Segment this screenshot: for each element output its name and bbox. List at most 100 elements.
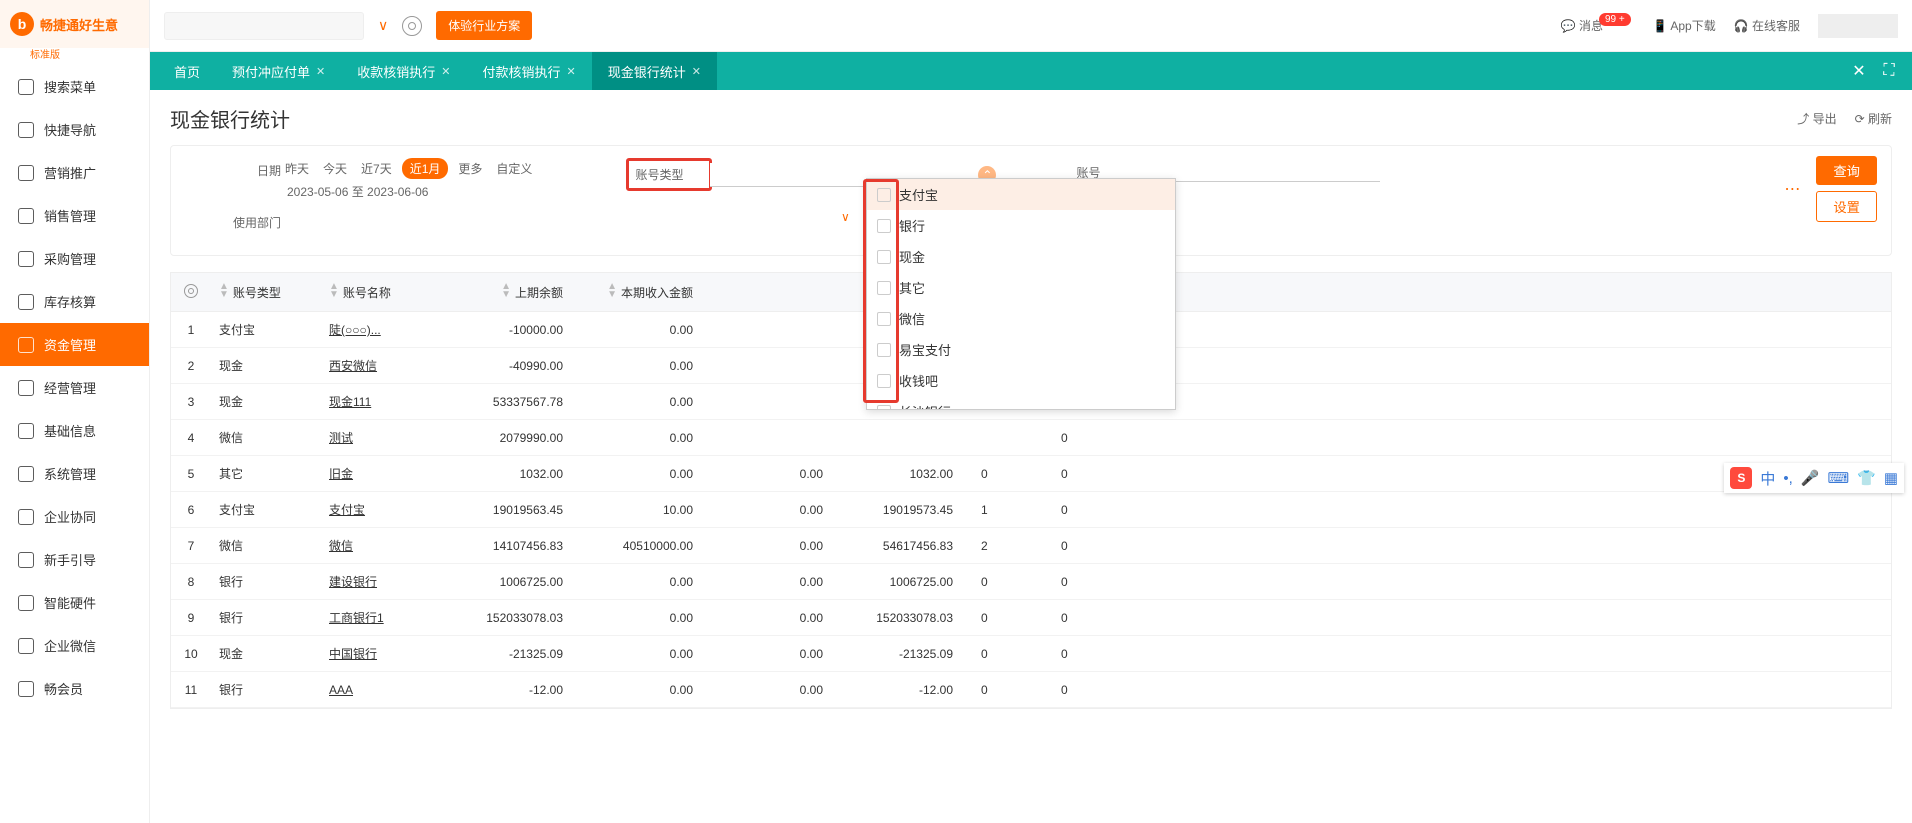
account-name-link[interactable]: 测试	[329, 431, 353, 445]
th-hidden1	[701, 273, 831, 312]
sidebar-item-label: 资金管理	[44, 335, 96, 354]
ime-toolbox-icon[interactable]: ▦	[1884, 469, 1898, 487]
account-name-link[interactable]: 建设银行	[329, 575, 377, 589]
tab-2[interactable]: 收款核销执行✕	[341, 52, 466, 90]
tab-4[interactable]: 现金银行统计✕	[592, 52, 717, 90]
th-account-name[interactable]: ▲▼账号名称	[321, 273, 441, 312]
date-date_custom[interactable]: 自定义	[492, 158, 536, 179]
dropdown-option[interactable]: 现金	[867, 241, 1175, 272]
ime-punct-icon[interactable]: •,	[1783, 470, 1792, 487]
query-button[interactable]: 查询	[1816, 156, 1877, 185]
brand-icon: b	[10, 12, 34, 36]
nav-icon	[18, 552, 34, 568]
sidebar-item-1[interactable]: 快捷导航	[0, 108, 149, 151]
date-opt[interactable]: 昨天	[281, 158, 313, 179]
ime-skin-icon[interactable]: 👕	[1857, 469, 1876, 487]
account-name-link[interactable]: 中国银行	[329, 647, 377, 661]
sidebar-item-2[interactable]: 营销推广	[0, 151, 149, 194]
ime-keyboard-icon[interactable]: ⌨	[1827, 469, 1849, 487]
nav-icon	[18, 294, 34, 310]
tab-close-icon[interactable]: ✕	[692, 65, 701, 78]
settings-button[interactable]: 设置	[1816, 191, 1877, 222]
tab-close-icon[interactable]: ✕	[441, 65, 450, 78]
sidebar-item-12[interactable]: 智能硬件	[0, 581, 149, 624]
settings-icon[interactable]	[402, 16, 422, 36]
account-name-link[interactable]: 陡(○○○)...	[329, 323, 381, 337]
checkbox[interactable]	[877, 219, 891, 233]
tab-close-icon[interactable]: ✕	[316, 65, 325, 78]
dropdown-option[interactable]: 易宝支付	[867, 334, 1175, 365]
export-button[interactable]: ⤴ 导出	[1797, 110, 1836, 127]
industry-plan-button[interactable]: 体验行业方案	[436, 11, 532, 40]
checkbox[interactable]	[877, 281, 891, 295]
th-income[interactable]: ▲▼本期收入金额	[571, 273, 701, 312]
date-opt-active[interactable]: 近1月	[402, 158, 449, 179]
account-name-link[interactable]: 现金111	[329, 395, 371, 409]
sidebar-item-0[interactable]: 搜索菜单	[0, 65, 149, 108]
tabs-fullscreen-icon[interactable]: ⛶	[1874, 62, 1904, 80]
th-account-type[interactable]: ▲▼账号类型	[211, 273, 321, 312]
sidebar-item-9[interactable]: 系统管理	[0, 452, 149, 495]
messages-link[interactable]: 💬 消息99 +	[1561, 17, 1635, 34]
checkbox[interactable]	[877, 188, 891, 202]
tabs-bar: 首页预付冲应付单✕收款核销执行✕付款核销执行✕现金银行统计✕✕⛶	[150, 52, 1912, 90]
dropdown-option[interactable]: 其它	[867, 272, 1175, 303]
dropdown-option[interactable]: 银行	[867, 210, 1175, 241]
sidebar-item-10[interactable]: 企业协同	[0, 495, 149, 538]
checkbox[interactable]	[877, 250, 891, 264]
org-dropdown-icon[interactable]: ∨	[378, 17, 388, 34]
date-options: 昨天今天近7天近1月更多自定义	[281, 158, 536, 179]
dropdown-option[interactable]: 收钱吧	[867, 365, 1175, 396]
account-name-link[interactable]: AAA	[329, 683, 353, 697]
dept-dropdown-icon[interactable]: ∨	[841, 210, 850, 233]
sidebar-item-14[interactable]: 畅会员	[0, 667, 149, 710]
app-download-link[interactable]: 📱 App下载	[1653, 17, 1716, 34]
date-opt[interactable]: 今天	[319, 158, 351, 179]
dropdown-option-label: 收钱吧	[899, 371, 938, 390]
account-name-link[interactable]: 西安微信	[329, 359, 377, 373]
date-opt[interactable]: 近7天	[357, 158, 396, 179]
checkbox[interactable]	[877, 312, 891, 326]
account-name-link[interactable]: 工商银行1	[329, 611, 384, 625]
sidebar-item-3[interactable]: 销售管理	[0, 194, 149, 237]
ime-lang[interactable]: 中	[1760, 468, 1775, 489]
checkbox[interactable]	[877, 374, 891, 388]
sidebar-item-6[interactable]: 资金管理	[0, 323, 149, 366]
account-name-link[interactable]: 支付宝	[329, 503, 365, 517]
dropdown-option[interactable]: 长沙银行	[867, 396, 1175, 409]
tab-3[interactable]: 付款核销执行✕	[466, 52, 591, 90]
sidebar-item-11[interactable]: 新手引导	[0, 538, 149, 581]
sidebar-item-4[interactable]: 采购管理	[0, 237, 149, 280]
th-prev-balance[interactable]: ▲▼上期余额	[441, 273, 571, 312]
account-name-link[interactable]: 微信	[329, 539, 353, 553]
ime-mic-icon[interactable]: 🎤	[1801, 469, 1820, 487]
brand-edition: 标准版	[30, 46, 149, 61]
online-service-link[interactable]: 🎧 在线客服	[1734, 17, 1800, 34]
account-type-input[interactable]	[683, 163, 703, 186]
table-settings-icon[interactable]	[184, 284, 198, 298]
sidebar-item-7[interactable]: 经营管理	[0, 366, 149, 409]
more-filters-icon[interactable]: ⋯	[1784, 179, 1802, 199]
table-row: 10现金中国银行-21325.090.000.00-21325.0900	[171, 636, 1891, 672]
checkbox[interactable]	[877, 343, 891, 357]
org-selector[interactable]	[164, 12, 364, 40]
tab-close-icon[interactable]: ✕	[567, 65, 576, 78]
refresh-button[interactable]: ⟳ 刷新	[1855, 110, 1892, 127]
sidebar-item-5[interactable]: 库存核算	[0, 280, 149, 323]
ime-toolbar[interactable]: S 中 •, 🎤 ⌨ 👕 ▦	[1724, 463, 1904, 493]
date-date_more[interactable]: 更多	[454, 158, 486, 179]
dropdown-option-label: 长沙银行	[899, 402, 951, 409]
checkbox[interactable]	[877, 405, 891, 410]
tabs-close-all-icon[interactable]: ✕	[1844, 61, 1874, 81]
tab-0[interactable]: 首页	[158, 52, 216, 90]
sidebar-item-label: 新手引导	[44, 550, 96, 569]
dropdown-option[interactable]: 微信	[867, 303, 1175, 334]
dept-input[interactable]	[281, 210, 561, 233]
dropdown-option[interactable]: 支付宝	[867, 179, 1175, 210]
sidebar-item-13[interactable]: 企业微信	[0, 624, 149, 667]
tab-1[interactable]: 预付冲应付单✕	[216, 52, 341, 90]
account-name-link[interactable]: 旧金	[329, 467, 353, 481]
date-range: 2023-05-06 至 2023-06-06	[287, 183, 536, 200]
user-area[interactable]	[1818, 14, 1898, 38]
sidebar-item-8[interactable]: 基础信息	[0, 409, 149, 452]
